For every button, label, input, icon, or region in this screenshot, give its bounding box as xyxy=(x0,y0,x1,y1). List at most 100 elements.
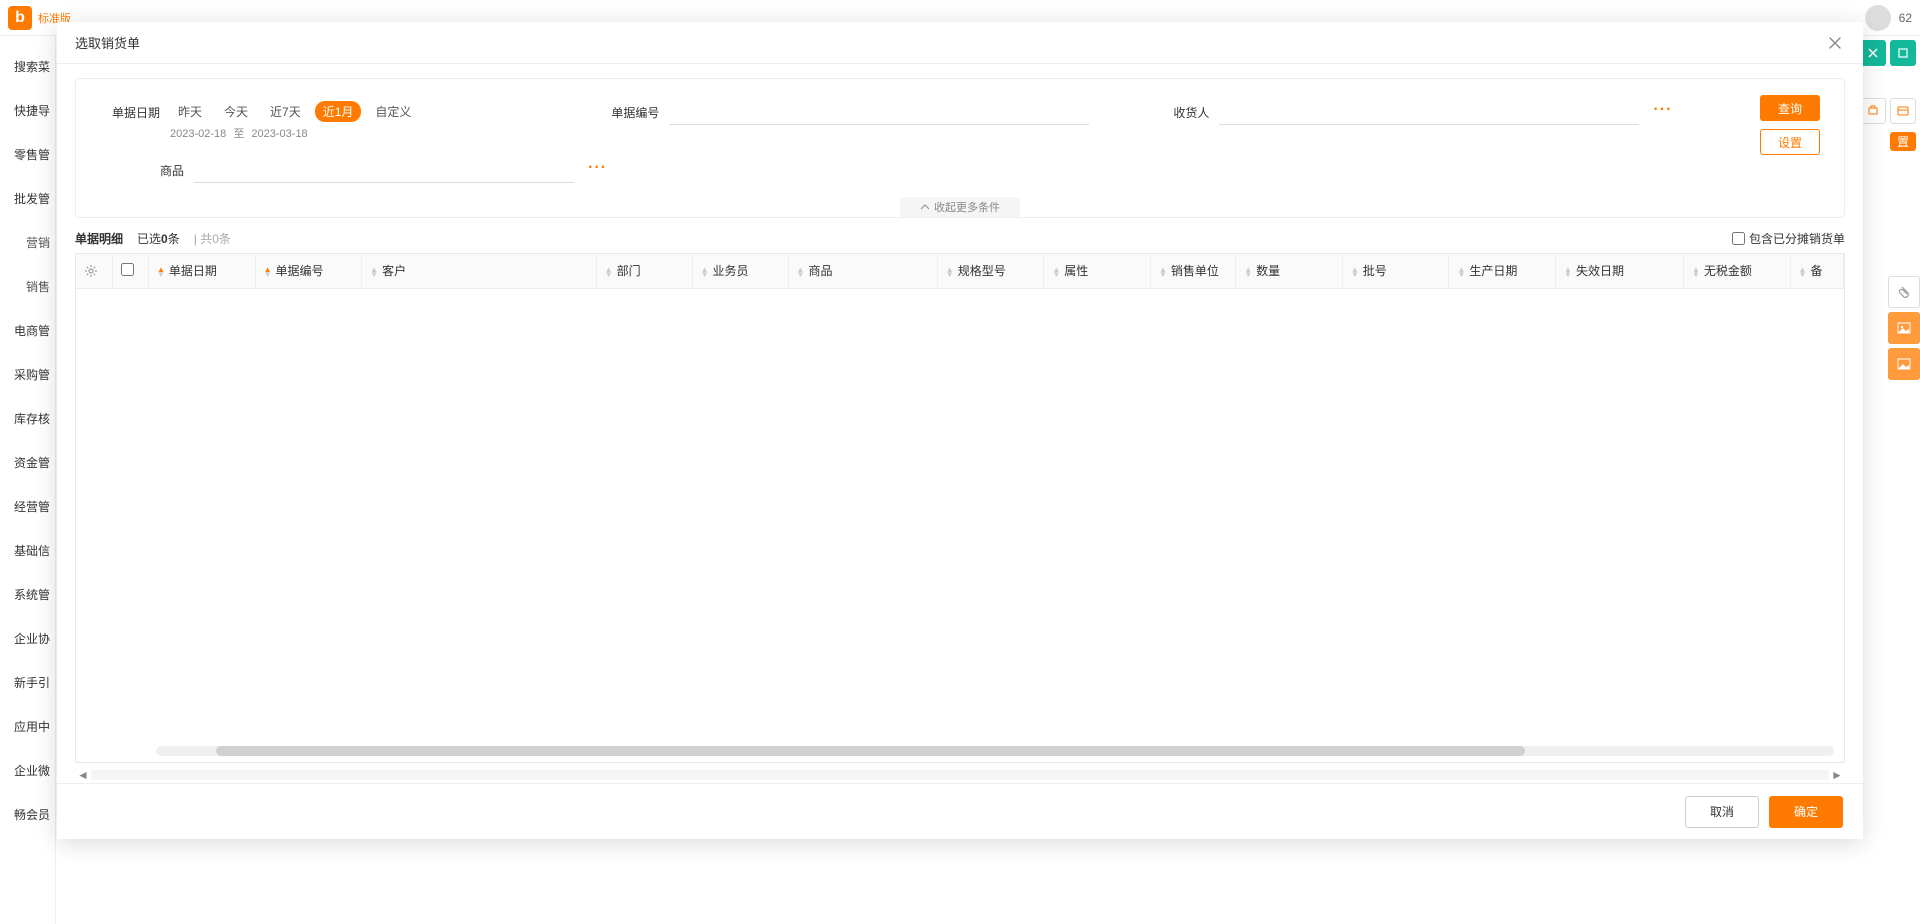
col-label: 部门 xyxy=(617,264,641,278)
filter-product-label: 商品 xyxy=(100,159,184,183)
close-icon xyxy=(1829,37,1841,49)
table-header-row: ▲▼单据日期▲▼单据编号▲▼客户▲▼部门▲▼业务员▲▼商品▲▼规格型号▲▼属性▲… xyxy=(76,254,1844,288)
query-button[interactable]: 查询 xyxy=(1760,95,1820,121)
product-more-button[interactable]: ··· xyxy=(584,159,611,177)
sort-icon[interactable]: ▲▼ xyxy=(157,267,165,277)
product-input[interactable] xyxy=(194,159,574,183)
col-label: 规格型号 xyxy=(958,264,1006,278)
sort-icon[interactable]: ▲▼ xyxy=(1457,267,1465,277)
chip-last7[interactable]: 近7天 xyxy=(262,101,309,122)
col-qty[interactable]: ▲▼ 数量 xyxy=(1236,254,1343,288)
col-docno[interactable]: ▲▼单据编号 xyxy=(255,254,362,288)
sort-icon[interactable]: ▲▼ xyxy=(797,267,805,277)
scroll-left-icon[interactable]: ◄ xyxy=(75,767,91,783)
modal-footer: 取消 确定 xyxy=(57,783,1863,839)
col-label: 备 xyxy=(1810,264,1822,278)
chip-yesterday[interactable]: 昨天 xyxy=(170,101,210,122)
col-clerk[interactable]: ▲▼ 业务员 xyxy=(692,254,788,288)
col-label: 数量 xyxy=(1256,264,1280,278)
modal-overlay: 选取销货单 单据日期 昨天 今天 xyxy=(0,0,1920,924)
col-product[interactable]: ▲▼商品 xyxy=(788,254,937,288)
settings-button[interactable]: 设置 xyxy=(1760,129,1820,155)
filter-card: 单据日期 昨天 今天 近7天 近1月 自定义 202 xyxy=(75,78,1845,218)
col-remark[interactable]: ▲▼备 xyxy=(1790,254,1843,288)
col-check[interactable] xyxy=(112,254,148,288)
modal: 选取销货单 单据日期 昨天 今天 xyxy=(57,22,1863,839)
collapse-conditions-button[interactable]: 收起更多条件 xyxy=(900,197,1020,217)
col-label: 单据日期 xyxy=(169,264,217,278)
table-hscroll-thumb[interactable] xyxy=(216,746,1525,756)
sort-icon[interactable]: ▲▼ xyxy=(701,267,709,277)
col-amount[interactable]: ▲▼ 无税金额 xyxy=(1683,254,1790,288)
include-allocated-label: 包含已分摊销货单 xyxy=(1749,230,1845,247)
modal-body: 单据日期 昨天 今天 近7天 近1月 自定义 202 xyxy=(57,64,1863,783)
col-label: 批号 xyxy=(1363,264,1387,278)
col-label: 生产日期 xyxy=(1469,264,1517,278)
filter-date: 单据日期 昨天 今天 近7天 近1月 自定义 202 xyxy=(100,101,419,141)
collapse-label: 收起更多条件 xyxy=(934,199,1000,215)
sort-icon[interactable]: ▲▼ xyxy=(1799,267,1807,277)
sort-icon[interactable]: ▲▼ xyxy=(1351,267,1359,277)
data-table: ▲▼单据日期▲▼单据编号▲▼客户▲▼部门▲▼业务员▲▼商品▲▼规格型号▲▼属性▲… xyxy=(76,254,1844,289)
filter-docno: 单据编号 xyxy=(599,101,1089,125)
scroll-track[interactable] xyxy=(91,770,1829,780)
chevron-up-icon xyxy=(920,203,930,211)
table-hscroll[interactable] xyxy=(156,746,1834,756)
filter-docno-label: 单据编号 xyxy=(599,101,659,125)
col-customer[interactable]: ▲▼ 客户 xyxy=(362,254,597,288)
total-info: | 共0条 xyxy=(194,230,231,247)
chip-last1m[interactable]: 近1月 xyxy=(315,101,362,122)
col-gear[interactable] xyxy=(76,254,112,288)
filter-date-label: 单据日期 xyxy=(100,101,160,125)
col-mfg[interactable]: ▲▼ 生产日期 xyxy=(1449,254,1556,288)
sort-icon[interactable]: ▲▼ xyxy=(1692,267,1700,277)
col-batch[interactable]: ▲▼ 批号 xyxy=(1342,254,1449,288)
filter-action-buttons: 查询 设置 xyxy=(1760,95,1820,155)
docno-input[interactable] xyxy=(669,101,1089,125)
col-attr[interactable]: ▲▼ 属性 xyxy=(1044,254,1151,288)
col-dept[interactable]: ▲▼ 部门 xyxy=(596,254,692,288)
date-range-text: 2023-02-18 至 2023-03-18 xyxy=(170,125,419,141)
cancel-button[interactable]: 取消 xyxy=(1685,796,1759,828)
modal-title: 选取销货单 xyxy=(75,33,140,52)
list-header: 单据明细 已选0条 | 共0条 包含已分摊销货单 xyxy=(75,230,1845,247)
sort-icon[interactable]: ▲▼ xyxy=(605,267,613,277)
modal-body-hscroll[interactable]: ◄ ► xyxy=(75,767,1845,783)
sort-icon[interactable]: ▲▼ xyxy=(264,267,272,277)
filter-product: 商品 ··· xyxy=(100,159,611,183)
confirm-button[interactable]: 确定 xyxy=(1769,796,1843,828)
col-label: 销售单位 xyxy=(1171,264,1219,278)
filter-receiver: 收货人 ··· xyxy=(1149,101,1676,125)
col-label: 单据编号 xyxy=(275,264,323,278)
receiver-more-button[interactable]: ··· xyxy=(1649,101,1676,119)
receiver-input[interactable] xyxy=(1219,101,1639,125)
sort-icon[interactable]: ▲▼ xyxy=(1159,267,1167,277)
col-date[interactable]: ▲▼ 单据日期 xyxy=(148,254,255,288)
list-title: 单据明细 xyxy=(75,230,123,247)
include-allocated-checkbox[interactable]: 包含已分摊销货单 xyxy=(1732,230,1845,247)
select-all-checkbox[interactable] xyxy=(121,263,134,276)
sort-icon[interactable]: ▲▼ xyxy=(946,267,954,277)
modal-close-button[interactable] xyxy=(1825,33,1845,53)
col-label: 业务员 xyxy=(713,264,749,278)
sort-icon[interactable]: ▲▼ xyxy=(370,267,378,277)
chip-custom[interactable]: 自定义 xyxy=(367,101,419,122)
col-spec[interactable]: ▲▼ 规格型号 xyxy=(937,254,1044,288)
modal-header: 选取销货单 xyxy=(57,22,1863,64)
col-label: 客户 xyxy=(382,264,406,278)
include-allocated-input[interactable] xyxy=(1732,232,1745,245)
col-label: 属性 xyxy=(1064,264,1088,278)
col-label: 失效日期 xyxy=(1576,264,1624,278)
gear-icon xyxy=(84,264,98,278)
selected-info: 已选0条 xyxy=(137,230,180,247)
chip-today[interactable]: 今天 xyxy=(216,101,256,122)
col-unit[interactable]: ▲▼ 销售单位 xyxy=(1150,254,1235,288)
sort-icon[interactable]: ▲▼ xyxy=(1244,267,1252,277)
filter-receiver-label: 收货人 xyxy=(1149,101,1209,125)
col-exp[interactable]: ▲▼ 失效日期 xyxy=(1556,254,1684,288)
sort-icon[interactable]: ▲▼ xyxy=(1564,267,1572,277)
col-label: 无税金额 xyxy=(1704,264,1752,278)
sort-icon[interactable]: ▲▼ xyxy=(1052,267,1060,277)
scroll-right-icon[interactable]: ► xyxy=(1829,767,1845,783)
col-label: 商品 xyxy=(808,264,832,278)
